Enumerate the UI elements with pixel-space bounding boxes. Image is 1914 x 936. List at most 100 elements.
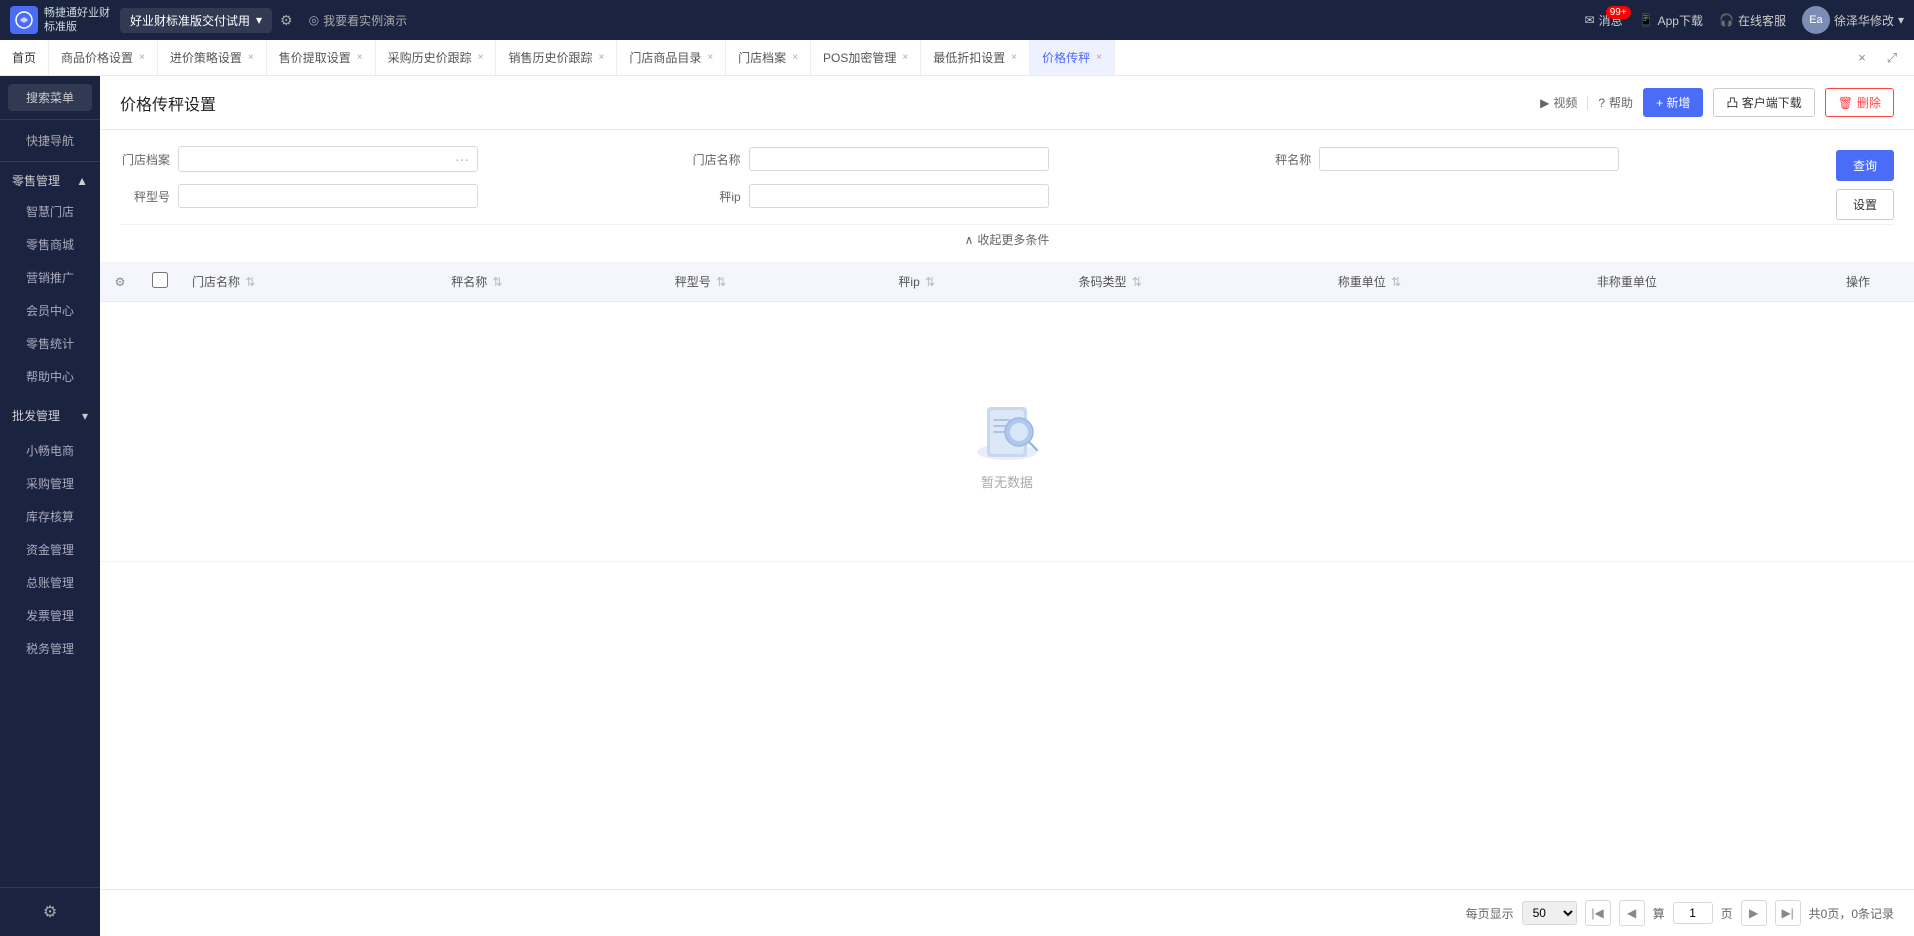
quick-nav-button[interactable]: 快捷导航	[0, 126, 100, 155]
scale-ip-input-wrap[interactable]	[749, 184, 1049, 208]
store-archive-input[interactable]	[187, 152, 451, 166]
scale-ip-input[interactable]	[758, 189, 1040, 203]
top-bar: 畅捷通好业财 标准版 好业财标准版交付试用 ▾ ⚙ ◎ 我要看实例演示 ✉ 消息…	[0, 0, 1914, 40]
app-download-button[interactable]: 📱 App下载	[1639, 12, 1703, 29]
col-operation: 操作	[1834, 262, 1914, 302]
sidebar-group-retail-header[interactable]: 零售管理 ▲	[0, 166, 100, 195]
sidebar-bottom: ⚙	[0, 887, 100, 936]
eye-icon: ◎	[309, 13, 319, 27]
tab-price-scale[interactable]: 价格传秤 ×	[1030, 40, 1115, 76]
sidebar-item-ecommerce[interactable]: 小畅电商	[0, 434, 100, 467]
sidebar-item-smart-store[interactable]: 智慧门店	[0, 195, 100, 228]
sort-icon[interactable]: ⇅	[493, 275, 503, 289]
tab-expand-button[interactable]: ⤢	[1878, 44, 1906, 72]
sidebar-settings-icon[interactable]: ⚙	[8, 896, 92, 928]
store-name-input-wrap[interactable]	[749, 147, 1049, 171]
sidebar-item-inventory[interactable]: 库存核算	[0, 500, 100, 533]
chevron-up-icon: ▲	[76, 174, 88, 188]
tab-price-setting-close[interactable]: ×	[139, 52, 145, 63]
tab-sale-price[interactable]: 售价提取设置 ×	[267, 40, 376, 76]
store-archive-input-wrap[interactable]: ···	[178, 146, 478, 172]
select-all-checkbox[interactable]	[152, 272, 168, 288]
sort-icon[interactable]: ⇅	[716, 275, 726, 289]
table-checkbox-header[interactable]	[140, 262, 180, 302]
sidebar-item-marketing[interactable]: 营销推广	[0, 261, 100, 294]
last-page-button[interactable]: ▶|	[1775, 900, 1801, 926]
scale-model-input[interactable]	[187, 189, 469, 203]
sidebar-item-purchase[interactable]: 采购管理	[0, 467, 100, 500]
tab-purchase-strategy-close[interactable]: ×	[248, 52, 254, 63]
per-page-select[interactable]: 50 10 20 100	[1522, 901, 1577, 925]
tab-close-all-button[interactable]: ×	[1848, 44, 1876, 72]
tab-purchase-history-close[interactable]: ×	[478, 52, 484, 63]
app-logo: 畅捷通好业财 标准版	[10, 6, 110, 35]
query-button[interactable]: 查询	[1836, 150, 1894, 181]
demo-link[interactable]: ◎ 我要看实例演示	[309, 12, 408, 29]
table-settings-header[interactable]: ⚙	[100, 262, 140, 302]
messages-button[interactable]: ✉ 消息 99+	[1585, 12, 1623, 29]
tab-min-discount-close[interactable]: ×	[1011, 52, 1017, 63]
next-page-button[interactable]: ▶	[1741, 900, 1767, 926]
col-scale-ip: 秤ip ⇅	[886, 262, 1066, 302]
sidebar-item-invoice[interactable]: 发票管理	[0, 599, 100, 632]
tab-pos-management[interactable]: POS加密管理 ×	[811, 40, 921, 76]
tab-min-discount-label: 最低折扣设置	[933, 49, 1005, 66]
tab-price-setting[interactable]: 商品价格设置 ×	[49, 40, 158, 76]
tab-pos-management-close[interactable]: ×	[902, 52, 908, 63]
scale-name-input-wrap[interactable]	[1319, 147, 1619, 171]
version-selector[interactable]: 好业财标准版交付试用 ▾	[120, 8, 272, 33]
tabs-actions: × ⤢	[1840, 44, 1914, 72]
tab-purchase-history[interactable]: 采购历史价跟踪 ×	[376, 40, 497, 76]
sidebar-item-retail-stats[interactable]: 零售统计	[0, 327, 100, 360]
sort-icon[interactable]: ⇅	[1391, 275, 1401, 289]
add-button[interactable]: + 新增	[1643, 88, 1703, 117]
tab-store-archive[interactable]: 门店档案 ×	[726, 40, 811, 76]
tab-store-catalog[interactable]: 门店商品目录 ×	[617, 40, 726, 76]
sort-icon[interactable]: ⇅	[245, 275, 255, 289]
first-page-button[interactable]: |◀	[1585, 900, 1611, 926]
chevron-down-icon: ▾	[256, 13, 262, 27]
sort-icon[interactable]: ⇅	[1132, 275, 1142, 289]
scale-name-input[interactable]	[1328, 152, 1610, 166]
help-link[interactable]: ? 帮助	[1598, 94, 1633, 111]
sidebar-group-retail-label: 零售管理	[12, 172, 60, 189]
user-menu[interactable]: Ea 徐泽华修改 ▾	[1802, 6, 1904, 34]
sidebar-item-retail-mall[interactable]: 零售商城	[0, 228, 100, 261]
tab-sale-price-close[interactable]: ×	[357, 52, 363, 63]
sidebar-item-member-center[interactable]: 会员中心	[0, 294, 100, 327]
scale-model-input-wrap[interactable]	[178, 184, 478, 208]
online-service-button[interactable]: 🎧 在线客服	[1719, 12, 1786, 29]
tab-store-archive-close[interactable]: ×	[792, 52, 798, 63]
store-name-input[interactable]	[758, 152, 1040, 166]
sidebar: 搜索菜单 快捷导航 零售管理 ▲ 智慧门店 零售商城 营销推广 会员中心 零售统…	[0, 76, 100, 936]
search-menu-button[interactable]: 搜索菜单	[8, 84, 92, 111]
sort-icon[interactable]: ⇅	[925, 275, 935, 289]
tab-min-discount[interactable]: 最低折扣设置 ×	[921, 40, 1030, 76]
sidebar-item-tax[interactable]: 税务管理	[0, 632, 100, 665]
table-header-row: ⚙ 门店名称 ⇅ 秤名称 ⇅	[100, 262, 1914, 302]
tab-sale-history-close[interactable]: ×	[598, 52, 604, 63]
sidebar-group-retail: 零售管理 ▲ 智慧门店 零售商城 营销推广 会员中心 零售统计 帮助中心	[0, 162, 100, 397]
more-options-icon[interactable]: ···	[455, 151, 469, 167]
sidebar-group-wholesale-header[interactable]: 批发管理 ▾	[0, 401, 100, 430]
tab-price-scale-close[interactable]: ×	[1096, 52, 1102, 63]
collapse-button[interactable]: ∧ 收起更多条件	[120, 224, 1894, 254]
sidebar-item-general-ledger[interactable]: 总账管理	[0, 566, 100, 599]
tab-home[interactable]: 首页	[0, 40, 49, 76]
col-scale-name: 秤名称 ⇅	[439, 262, 663, 302]
tab-store-catalog-close[interactable]: ×	[707, 52, 713, 63]
tab-sale-history[interactable]: 销售历史价跟踪 ×	[496, 40, 617, 76]
download-client-button[interactable]: 凸 客户端下载	[1713, 88, 1814, 117]
sidebar-item-help-center[interactable]: 帮助中心	[0, 360, 100, 393]
column-settings-icon[interactable]: ⚙	[115, 275, 126, 289]
sidebar-item-finance[interactable]: 资金管理	[0, 533, 100, 566]
delete-button[interactable]: 🗑 删除	[1825, 88, 1894, 117]
prev-page-button[interactable]: ◀	[1619, 900, 1645, 926]
play-icon: ▶	[1540, 96, 1549, 110]
set-button[interactable]: 设置	[1836, 189, 1894, 220]
tab-purchase-strategy[interactable]: 进价策略设置 ×	[158, 40, 267, 76]
video-link[interactable]: ▶ 视频	[1540, 94, 1577, 111]
page-input[interactable]	[1673, 902, 1713, 924]
settings-icon[interactable]: ⚙	[280, 12, 293, 29]
chevron-down-icon: ▾	[82, 409, 88, 423]
